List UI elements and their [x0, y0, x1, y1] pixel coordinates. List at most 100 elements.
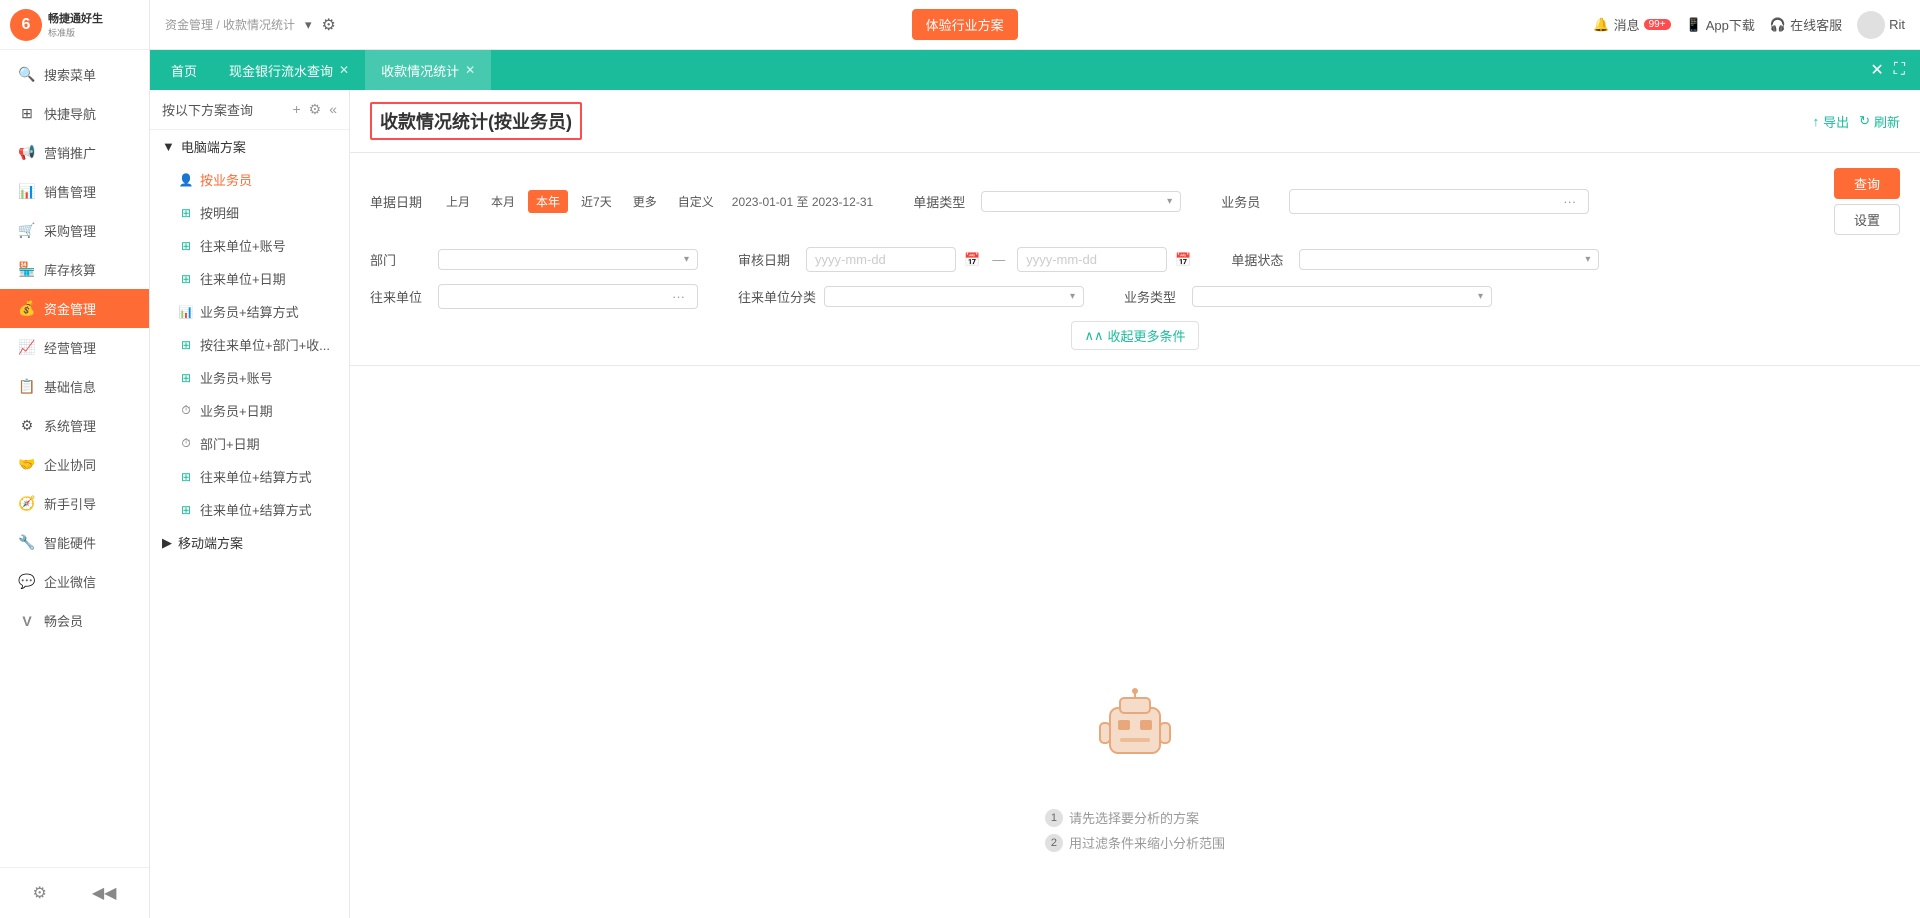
- date-tab-7days[interactable]: 近7天: [573, 190, 620, 213]
- sidebar-item-enterprise[interactable]: 🤝 企业协同: [0, 445, 149, 484]
- trial-button[interactable]: 体验行业方案: [912, 9, 1018, 40]
- page-header: 收款情况统计(按业务员) ↑ 导出 ↻ 刷新: [350, 90, 1920, 153]
- dept-arrow: ▾: [684, 254, 689, 265]
- tree-item-partner-settle2[interactable]: ⊞ 往来单位+结算方式: [166, 493, 349, 526]
- biz-type-arrow: ▾: [1478, 291, 1483, 302]
- notifications-btn[interactable]: 🔔 消息 99+: [1593, 15, 1670, 34]
- sidebar-item-sales[interactable]: 📊 销售管理: [0, 172, 149, 211]
- salesperson-select[interactable]: ···: [1289, 189, 1589, 214]
- sidebar-item-basic[interactable]: 📋 基础信息: [0, 367, 149, 406]
- sidebar-item-marketing[interactable]: 📢 营销推广: [0, 133, 149, 172]
- sidebar-item-search[interactable]: 🔍 搜索菜单: [0, 55, 149, 94]
- biz-type-group: 业务类型 ▾: [1124, 286, 1492, 307]
- tree-item-salesperson-date[interactable]: ⏱ 业务员+日期: [166, 394, 349, 427]
- tree-item-by-detail[interactable]: ⊞ 按明细: [166, 196, 349, 229]
- left-panel: 按以下方案查询 + ⚙ « ▼ 电脑端方案 👤 按业务员 ⊞ 按明: [150, 90, 350, 918]
- partner-category-select[interactable]: ▾: [824, 286, 1084, 307]
- sidebar-item-purchase[interactable]: 🛒 采购管理: [0, 211, 149, 250]
- dept-select[interactable]: ▾: [438, 249, 698, 270]
- tabs-bar: 首页 现金银行流水查询 ✕ 收款情况统计 ✕ ✕ ⛶: [150, 50, 1920, 90]
- tab-bank-flow[interactable]: 现金银行流水查询 ✕: [213, 50, 365, 90]
- grid-icon-2: ⊞: [178, 238, 194, 254]
- date-tab-this-month[interactable]: 本月: [483, 190, 523, 213]
- panel-header: 按以下方案查询 + ⚙ «: [150, 90, 349, 130]
- doc-type-select[interactable]: ▾: [981, 191, 1181, 212]
- grid-icon-3: ⊞: [178, 271, 194, 287]
- scheme-settings-btn[interactable]: ⚙: [309, 101, 322, 118]
- footer-settings-btn[interactable]: ⚙: [28, 878, 52, 908]
- online-service-btn[interactable]: 🎧 在线客服: [1770, 15, 1842, 34]
- sidebar-item-inventory[interactable]: 🏪 库存核算: [0, 250, 149, 289]
- logo: 6 畅捷通好生 标准版: [0, 0, 149, 50]
- footer-collapse-btn[interactable]: ◀◀: [87, 878, 122, 908]
- tree-item-partner-settle1[interactable]: ⊞ 往来单位+结算方式: [166, 460, 349, 493]
- topbar-left: 资金管理 / 收款情况统计 ▾ ⚙: [165, 15, 336, 35]
- export-btn[interactable]: ↑ 导出: [1813, 112, 1850, 131]
- salesperson-group: 业务员 ···: [1221, 189, 1589, 214]
- partner-category-arrow: ▾: [1070, 291, 1075, 302]
- tabs-right: ✕ ⛶: [1870, 60, 1915, 80]
- clock-icon-2: ⏱: [178, 436, 194, 452]
- breadcrumb-dropdown[interactable]: ▾: [305, 17, 312, 33]
- sidebar-item-guide[interactable]: 🧭 新手引导: [0, 484, 149, 523]
- filter-row-3: 往来单位 ··· 往来单位分类 ▾ 业务类型: [370, 284, 1900, 309]
- window-expand-btn[interactable]: ⛶: [1894, 61, 1905, 79]
- tab-bank-flow-close[interactable]: ✕: [339, 63, 349, 77]
- sidebar-item-member[interactable]: V 畅会员: [0, 601, 149, 640]
- search-icon: 🔍: [18, 66, 36, 84]
- hardware-icon: 🔧: [18, 534, 36, 552]
- window-close-btn[interactable]: ✕: [1870, 60, 1883, 80]
- content-area: 按以下方案查询 + ⚙ « ▼ 电脑端方案 👤 按业务员 ⊞ 按明: [150, 90, 1920, 918]
- tab-collection-close[interactable]: ✕: [465, 63, 475, 77]
- sidebar-item-system[interactable]: ⚙ 系统管理: [0, 406, 149, 445]
- wechat-icon: 💬: [18, 573, 36, 591]
- sidebar-item-hardware[interactable]: 🔧 智能硬件: [0, 523, 149, 562]
- sidebar-item-funds[interactable]: 💰 资金管理: [0, 289, 149, 328]
- audit-date-to[interactable]: yyyy-mm-dd: [1017, 247, 1167, 272]
- tree-item-dept-date[interactable]: ⏱ 部门+日期: [166, 427, 349, 460]
- tree-item-partner-account[interactable]: ⊞ 往来单位+账号: [166, 229, 349, 262]
- tip-num-2: 2: [1045, 834, 1063, 852]
- settings-button[interactable]: 设置: [1834, 204, 1900, 235]
- tree-group-mobile[interactable]: ▶ 移动端方案: [150, 526, 349, 559]
- audit-date-from[interactable]: yyyy-mm-dd: [806, 247, 956, 272]
- tab-home[interactable]: 首页: [155, 50, 213, 90]
- tree-item-salesperson-settle[interactable]: 📊 业务员+结算方式: [166, 295, 349, 328]
- date-filter-label: 单据日期: [370, 192, 430, 211]
- calendar-icon-2[interactable]: 📅: [1175, 252, 1191, 268]
- date-tab-more[interactable]: 更多: [625, 190, 665, 213]
- tree-item-salesperson-account[interactable]: ⊞ 业务员+账号: [166, 361, 349, 394]
- add-scheme-btn[interactable]: +: [292, 101, 300, 118]
- tree-group-pc[interactable]: ▼ 电脑端方案: [150, 130, 349, 163]
- date-filter-group: 单据日期 上月 本月 本年 近7天 更多 自定义 2023-01-01 至 20…: [370, 190, 873, 213]
- date-tab-this-year[interactable]: 本年: [528, 190, 568, 213]
- tab-collection[interactable]: 收款情况统计 ✕: [365, 50, 491, 90]
- collapse-panel-btn[interactable]: «: [329, 101, 337, 118]
- tree-item-partner-date[interactable]: ⊞ 往来单位+日期: [166, 262, 349, 295]
- tree-item-by-salesperson[interactable]: 👤 按业务员: [166, 163, 349, 196]
- biz-type-select[interactable]: ▾: [1192, 286, 1492, 307]
- doc-status-select[interactable]: ▾: [1299, 249, 1599, 270]
- query-button[interactable]: 查询: [1834, 168, 1900, 199]
- user-area[interactable]: Rit: [1857, 11, 1905, 39]
- doc-status-group: 单据状态 ▾: [1231, 249, 1599, 270]
- dept-label: 部门: [370, 250, 430, 269]
- robot-icon: [1085, 678, 1185, 778]
- collapse-filter-btn[interactable]: ∧∧ 收起更多条件: [1071, 321, 1198, 350]
- date-tab-last-month[interactable]: 上月: [438, 190, 478, 213]
- purchase-icon: 🛒: [18, 222, 36, 240]
- calendar-icon-1[interactable]: 📅: [964, 252, 980, 268]
- partner-select[interactable]: ···: [438, 284, 698, 309]
- refresh-btn[interactable]: ↻ 刷新: [1859, 112, 1900, 131]
- tree-children-pc: 👤 按业务员 ⊞ 按明细 ⊞ 往来单位+账号 ⊞ 往来单位+日期 📊 业: [150, 163, 349, 526]
- sidebar-item-quick-nav[interactable]: ⊞ 快捷导航: [0, 94, 149, 133]
- date-tab-custom[interactable]: 自定义: [670, 190, 722, 213]
- app-download-btn[interactable]: 📱 App下载: [1686, 15, 1755, 34]
- sidebar-item-operation[interactable]: 📈 经营管理: [0, 328, 149, 367]
- sidebar-item-wechat[interactable]: 💬 企业微信: [0, 562, 149, 601]
- audit-date-label: 审核日期: [738, 250, 798, 269]
- topbar-gear-icon[interactable]: ⚙: [322, 15, 336, 35]
- tree-item-partner-dept-collect[interactable]: ⊞ 按往来单位+部门+收...: [166, 328, 349, 361]
- page-content: 收款情况统计(按业务员) ↑ 导出 ↻ 刷新 单据日期: [350, 90, 1920, 918]
- basic-icon: 📋: [18, 378, 36, 396]
